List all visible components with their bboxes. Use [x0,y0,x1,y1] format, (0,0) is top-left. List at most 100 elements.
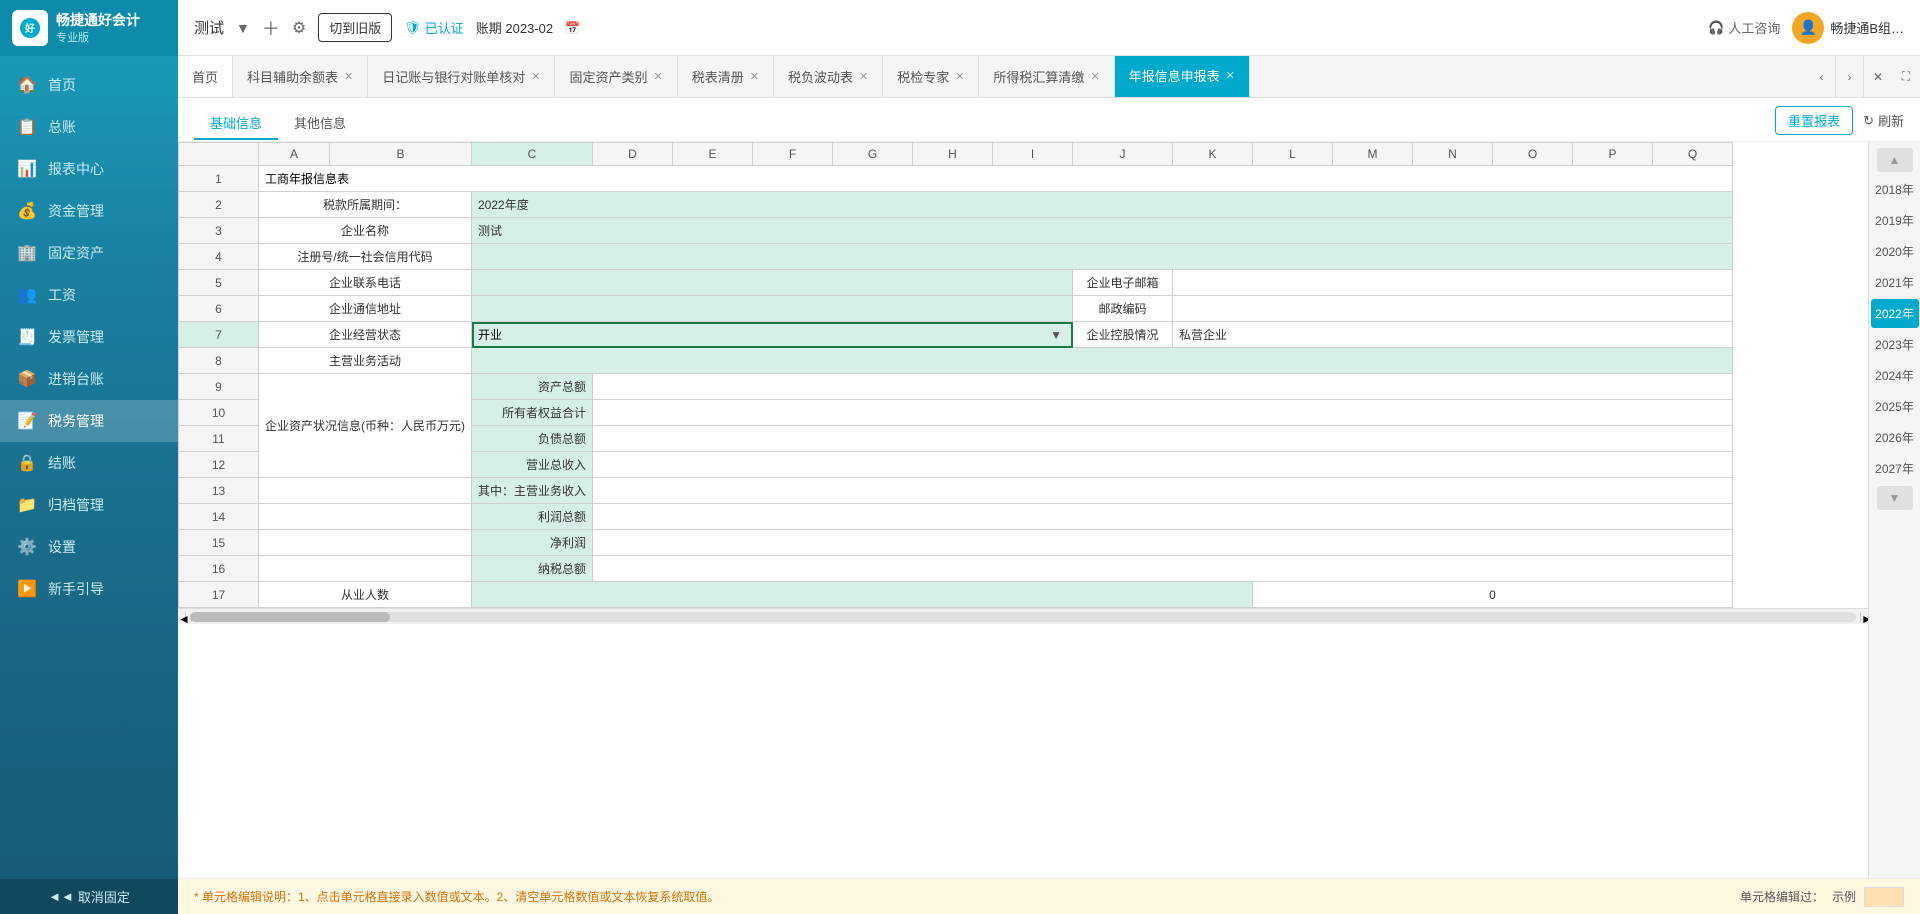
cell-17-count[interactable]: 0 [1253,582,1733,608]
tab-tax-change-close[interactable]: ✕ [859,70,868,83]
cell-7-status[interactable]: 开业 注销 吊销 迁出 撤销 ▼ [472,322,1073,348]
refresh-button[interactable]: ↻ 刷新 [1863,111,1904,130]
sidebar-item-invoice[interactable]: 🧾 发票管理 [0,316,178,358]
col-header-o[interactable]: O [1493,143,1573,166]
cell-11-value[interactable] [593,426,1733,452]
year-scroll-down[interactable]: ▼ [1877,486,1913,510]
sidebar-item-settings[interactable]: ⚙️ 设置 [0,526,178,568]
spreadsheet-main[interactable]: A B C D E F G H I J K L M [178,142,1868,878]
tab-next-button[interactable]: › [1836,56,1864,98]
tab-expand-button[interactable]: ⛶ [1892,56,1920,98]
calendar-icon[interactable]: 📅 [565,21,580,35]
col-header-l[interactable]: L [1253,143,1333,166]
tab-aux-balance-close[interactable]: ✕ [344,70,353,83]
topbar-add-icon[interactable]: ＋ [262,15,280,41]
cell-2-value[interactable]: 2022年度 [472,192,1733,218]
sidebar-item-assets[interactable]: 🏢 固定资产 [0,232,178,274]
horizontal-scrollbar[interactable]: ◄ ► [178,608,1868,624]
cell-17-value[interactable] [472,582,1253,608]
cell-7-holding[interactable]: 私营企业 [1173,322,1733,348]
tab-prev-button[interactable]: ‹ [1808,56,1836,98]
tab-annual-report[interactable]: 年报信息申报表 ✕ [1115,56,1250,98]
reset-report-button[interactable]: 重置报表 [1775,106,1853,135]
col-header-e[interactable]: E [673,143,753,166]
col-header-c[interactable]: C [472,143,593,166]
sidebar-item-tax[interactable]: 📝 税务管理 [0,400,178,442]
tab-tax-expert[interactable]: 税检专家 ✕ [883,56,979,98]
col-header-i[interactable]: I [993,143,1073,166]
status-select[interactable]: 开业 注销 吊销 迁出 撤销 [478,328,1007,342]
cell-10-value[interactable] [593,400,1733,426]
year-item-2024[interactable]: 2024年 [1871,361,1919,390]
topbar-old-version-button[interactable]: 切到旧版 [318,13,392,42]
cell-3-value[interactable]: 测试 [472,218,1733,244]
col-header-g[interactable]: G [833,143,913,166]
col-header-b[interactable]: B [330,143,472,166]
sidebar-item-salary[interactable]: 👥 工资 [0,274,178,316]
tab-aux-balance[interactable]: 科目辅助余额表 ✕ [233,56,368,98]
year-item-2022[interactable]: 2022年 [1871,299,1919,328]
sidebar-item-home[interactable]: 🏠 首页 [0,64,178,106]
cell-title[interactable]: 工商年报信息表 [259,166,1733,192]
cell-9-value[interactable] [593,374,1733,400]
col-header-m[interactable]: M [1333,143,1413,166]
col-header-q[interactable]: Q [1653,143,1733,166]
tab-annual-report-close[interactable]: ✕ [1226,69,1235,82]
tab-journal-bank[interactable]: 日记账与银行对账单核对 ✕ [368,56,555,98]
status-dropdown[interactable]: 开业 注销 吊销 迁出 撤销 ▼ [478,328,1066,342]
year-item-2025[interactable]: 2025年 [1871,392,1919,421]
tab-income-tax-close[interactable]: ✕ [1090,70,1099,83]
sidebar-item-ledger[interactable]: 📋 总账 [0,106,178,148]
year-item-2027[interactable]: 2027年 [1871,454,1919,483]
tab-fixed-assets-cat-close[interactable]: ✕ [654,70,663,83]
tab-close-all-button[interactable]: ✕ [1864,56,1892,98]
cell-5-email[interactable] [1173,270,1733,296]
cell-15-value[interactable] [593,530,1733,556]
topbar-service[interactable]: 🎧 人工咨询 [1708,18,1780,37]
tab-tax-return[interactable]: 税表清册 ✕ [678,56,774,98]
tab-fixed-assets-cat[interactable]: 固定资产类别 ✕ [555,56,677,98]
hscroll-right-btn[interactable]: ► [1860,612,1868,622]
hscroll-left-btn[interactable]: ◄ [178,612,186,622]
col-header-p[interactable]: P [1573,143,1653,166]
year-item-2021[interactable]: 2021年 [1871,268,1919,297]
cell-4-value[interactable] [472,244,1733,270]
year-item-2020[interactable]: 2020年 [1871,237,1919,266]
tab-tax-return-close[interactable]: ✕ [750,70,759,83]
year-item-2018[interactable]: 2018年 [1871,175,1919,204]
topbar-user[interactable]: 👤 畅捷通B组… [1792,12,1904,44]
sidebar-collapse-toggle[interactable]: ◄◄ 取消固定 [0,879,178,914]
tab-tax-change[interactable]: 税负波动表 ✕ [774,56,883,98]
col-header-k[interactable]: K [1173,143,1253,166]
tab-home[interactable]: 首页 [178,56,233,98]
cell-13-value[interactable] [593,478,1733,504]
cell-5-phone[interactable] [472,270,1073,296]
topbar-dropdown-icon[interactable]: ▼ [236,20,250,36]
year-item-2019[interactable]: 2019年 [1871,206,1919,235]
cell-6-address[interactable] [472,296,1073,322]
col-header-j[interactable]: J [1073,143,1173,166]
cell-12-value[interactable] [593,452,1733,478]
sub-tab-other[interactable]: 其他信息 [278,107,362,140]
sub-tab-basic[interactable]: 基础信息 [194,107,278,140]
year-scroll-up[interactable]: ▲ [1877,148,1913,172]
sidebar-item-close[interactable]: 🔒 结账 [0,442,178,484]
year-item-2023[interactable]: 2023年 [1871,330,1919,359]
sidebar-item-archive[interactable]: 📁 归档管理 [0,484,178,526]
sidebar-item-purchase[interactable]: 📦 进销台账 [0,358,178,400]
cell-14-value[interactable] [593,504,1733,530]
col-header-n[interactable]: N [1413,143,1493,166]
col-header-h[interactable]: H [913,143,993,166]
cell-16-value[interactable] [593,556,1733,582]
tab-tax-expert-close[interactable]: ✕ [955,70,964,83]
col-header-d[interactable]: D [593,143,673,166]
col-header-f[interactable]: F [753,143,833,166]
year-item-2026[interactable]: 2026年 [1871,423,1919,452]
cell-6-zip[interactable] [1173,296,1733,322]
cell-8-value[interactable] [472,348,1733,374]
topbar-gear-icon[interactable]: ⚙ [292,18,306,38]
tab-income-tax[interactable]: 所得税汇算清缴 ✕ [979,56,1114,98]
col-header-a[interactable]: A [259,143,330,166]
hscroll-thumb[interactable] [190,612,390,622]
tab-journal-bank-close[interactable]: ✕ [531,70,540,83]
